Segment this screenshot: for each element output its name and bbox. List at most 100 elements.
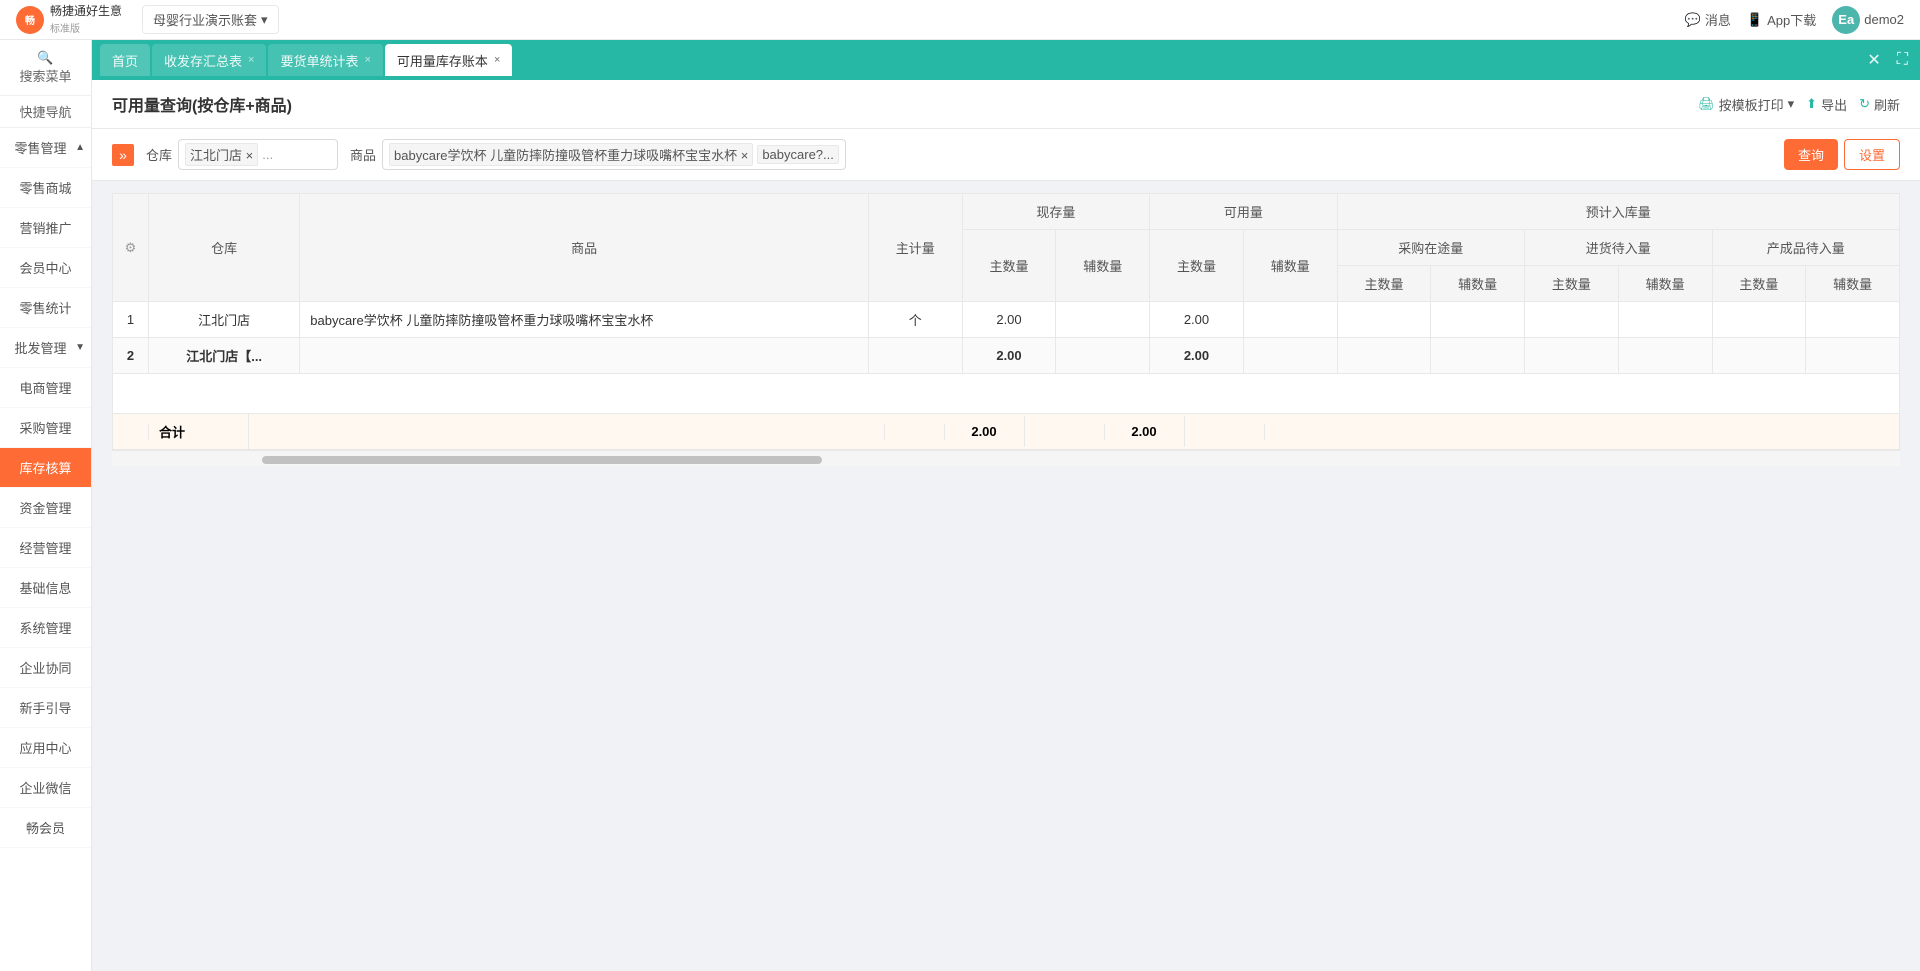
app-download-btn[interactable]: 📱 App下载 bbox=[1747, 10, 1816, 29]
sidebar-item-app-center[interactable]: 应用中心 bbox=[0, 728, 91, 768]
page-header-actions: 🖨 按模板打印 ▾ ⬆ 导出 ↻ 刷新 bbox=[1698, 95, 1900, 126]
th-available: 可用量 bbox=[1150, 194, 1337, 230]
sidebar-item-marketing[interactable]: 营销推广 bbox=[0, 208, 91, 248]
sidebar-item-system[interactable]: 系统管理 bbox=[0, 608, 91, 648]
row-unit: 个 bbox=[868, 302, 962, 338]
sidebar-item-chang-member[interactable]: 畅会员 bbox=[0, 808, 91, 848]
th-avail-main: 主数量 bbox=[1150, 230, 1244, 302]
th-pur-transit-aux: 辅数量 bbox=[1431, 266, 1525, 302]
th-pur-transit-main: 主数量 bbox=[1337, 266, 1431, 302]
th-settings[interactable]: ⚙ bbox=[113, 194, 149, 302]
logo-icon: 畅 bbox=[16, 6, 44, 34]
scrollbar-thumb[interactable] bbox=[262, 456, 822, 464]
filter-actions: 查询 设置 bbox=[1784, 139, 1900, 170]
group-pur-transit-aux bbox=[1431, 338, 1525, 374]
footer-product-cell bbox=[249, 424, 885, 440]
industry-selector[interactable]: 母婴行业演示账套 ▾ bbox=[142, 5, 279, 34]
tab-close-all-icon[interactable]: ✕ bbox=[1863, 46, 1884, 74]
th-pur-pending-aux: 辅数量 bbox=[1618, 266, 1712, 302]
sidebar-item-inventory[interactable]: 库存核算 bbox=[0, 448, 91, 488]
tab-order-stats[interactable]: 要货单统计表 × bbox=[268, 44, 382, 76]
page-title: 可用量查询(按仓库+商品) bbox=[112, 92, 292, 128]
table-container[interactable]: ⚙ 仓库 商品 主计量 现存量 可用量 预计入库量 主数量 辅数量 主数量 辅数… bbox=[92, 181, 1920, 971]
sidebar-item-guide[interactable]: 新手引导 bbox=[0, 688, 91, 728]
footer-settings-cell bbox=[113, 424, 149, 440]
group-unit bbox=[868, 338, 962, 374]
export-icon: ⬆ bbox=[1806, 96, 1817, 112]
data-table: ⚙ 仓库 商品 主计量 现存量 可用量 预计入库量 主数量 辅数量 主数量 辅数… bbox=[112, 193, 1900, 414]
tab-available-inventory[interactable]: 可用量库存账本 × bbox=[385, 44, 512, 76]
chevron-down-icon: ▾ bbox=[1788, 96, 1795, 112]
horizontal-scrollbar[interactable] bbox=[112, 450, 1900, 466]
sidebar-item-retail-mgmt[interactable]: 零售管理 ▲ bbox=[0, 128, 91, 168]
tab-close-icon[interactable]: × bbox=[494, 54, 500, 66]
group-stock-main: 2.00 bbox=[962, 338, 1056, 374]
row-pur-pending-main bbox=[1525, 302, 1619, 338]
tab-home[interactable]: 首页 bbox=[100, 44, 150, 76]
group-warehouse: 江北门店【... bbox=[149, 338, 300, 374]
top-bar-left: 畅 畅捷通好生意 标准版 母婴行业演示账套 ▾ bbox=[16, 4, 279, 35]
sidebar-item-member[interactable]: 会员中心 bbox=[0, 248, 91, 288]
th-prod-pending-aux: 辅数量 bbox=[1806, 266, 1900, 302]
group-stock-aux bbox=[1056, 338, 1150, 374]
sidebar-item-basics[interactable]: 基础信息 bbox=[0, 568, 91, 608]
tab-receipts-summary[interactable]: 收发存汇总表 × bbox=[152, 44, 266, 76]
product-label: 商品 bbox=[350, 145, 376, 164]
query-button[interactable]: 查询 bbox=[1784, 139, 1838, 170]
th-stock: 现存量 bbox=[962, 194, 1149, 230]
th-avail-aux: 辅数量 bbox=[1243, 230, 1337, 302]
chevron-down-icon: ▾ bbox=[261, 12, 268, 28]
tab-close-icon[interactable]: × bbox=[364, 54, 370, 66]
user-menu[interactable]: Ea demo2 bbox=[1832, 6, 1904, 34]
print-btn[interactable]: 🖨 按模板打印 ▾ bbox=[1698, 95, 1794, 114]
refresh-icon: ↻ bbox=[1859, 96, 1870, 112]
tab-fullscreen-icon[interactable]: ⛶ bbox=[1893, 47, 1912, 73]
filter-expand-btn[interactable]: » bbox=[112, 144, 134, 166]
logo-area: 畅 畅捷通好生意 标准版 bbox=[16, 4, 122, 35]
sidebar-search[interactable]: 🔍 搜索菜单 bbox=[0, 40, 91, 96]
th-pur-transit: 采购在途量 bbox=[1337, 230, 1524, 266]
export-btn[interactable]: ⬆ 导出 bbox=[1806, 95, 1847, 114]
sidebar-item-operations[interactable]: 经营管理 bbox=[0, 528, 91, 568]
settings-button[interactable]: 设置 bbox=[1844, 139, 1900, 170]
sidebar-item-ecommerce[interactable]: 电商管理 bbox=[0, 368, 91, 408]
print-icon: 🖨 bbox=[1698, 96, 1715, 112]
product-input[interactable]: babycare学饮杯 儿童防摔防撞吸管杯重力球吸嘴杯宝宝水杯 × babyca… bbox=[382, 139, 846, 170]
sidebar-item-retail-stats[interactable]: 零售统计 bbox=[0, 288, 91, 328]
tab-close-icon[interactable]: × bbox=[248, 54, 254, 66]
sidebar-item-wholesale[interactable]: 批发管理 ▼ bbox=[0, 328, 91, 368]
sidebar-quick-nav[interactable]: 快捷导航 bbox=[0, 96, 91, 128]
sidebar-item-finance[interactable]: 资金管理 bbox=[0, 488, 91, 528]
row-pur-pending-aux bbox=[1618, 302, 1712, 338]
sidebar-item-enterprise-collab[interactable]: 企业协同 bbox=[0, 648, 91, 688]
table-group-row: 2 江北门店【... 2.00 2.00 bbox=[113, 338, 1900, 374]
warehouse-input[interactable]: 江北门店 × ... bbox=[178, 139, 338, 170]
message-btn[interactable]: 💬 消息 bbox=[1685, 10, 1731, 29]
group-pur-pending-main bbox=[1525, 338, 1619, 374]
sidebar-item-purchase[interactable]: 采购管理 bbox=[0, 408, 91, 448]
avatar: Ea bbox=[1832, 6, 1860, 34]
group-product bbox=[300, 338, 869, 374]
th-pur-pending-main: 主数量 bbox=[1525, 266, 1619, 302]
th-main-unit: 主计量 bbox=[868, 194, 962, 302]
content-area: 首页 收发存汇总表 × 要货单统计表 × 可用量库存账本 × ✕ ⛶ 可用量查询… bbox=[92, 40, 1920, 971]
th-product: 商品 bbox=[300, 194, 869, 302]
product-tag-1: babycare学饮杯 儿童防摔防撞吸管杯重力球吸嘴杯宝宝水杯 × bbox=[389, 143, 753, 166]
th-stock-main: 主数量 bbox=[962, 230, 1056, 302]
th-stock-aux: 辅数量 bbox=[1056, 230, 1150, 302]
refresh-btn[interactable]: ↻ 刷新 bbox=[1859, 95, 1900, 114]
footer-label: 合计 bbox=[149, 414, 249, 449]
row-index: 1 bbox=[113, 302, 149, 338]
th-prod-pending: 产成品待入量 bbox=[1712, 230, 1899, 266]
sidebar: 🔍 搜索菜单 快捷导航 零售管理 ▲ 零售商城 营销推广 会员中心 零售统计 批… bbox=[0, 40, 92, 971]
top-bar: 畅 畅捷通好生意 标准版 母婴行业演示账套 ▾ 💬 消息 📱 App下载 Ea … bbox=[0, 0, 1920, 40]
row-pur-transit-aux bbox=[1431, 302, 1525, 338]
sidebar-item-enterprise-wechat[interactable]: 企业微信 bbox=[0, 768, 91, 808]
warehouse-more-icon[interactable]: ... bbox=[262, 147, 273, 162]
message-icon: 💬 bbox=[1685, 12, 1701, 28]
tab-bar-right: ✕ ⛶ bbox=[1863, 46, 1912, 74]
settings-icon[interactable]: ⚙ bbox=[125, 240, 137, 255]
footer-avail-main: 2.00 bbox=[1105, 416, 1185, 447]
sidebar-item-retail-mall[interactable]: 零售商城 bbox=[0, 168, 91, 208]
th-prod-pending-main: 主数量 bbox=[1712, 266, 1806, 302]
